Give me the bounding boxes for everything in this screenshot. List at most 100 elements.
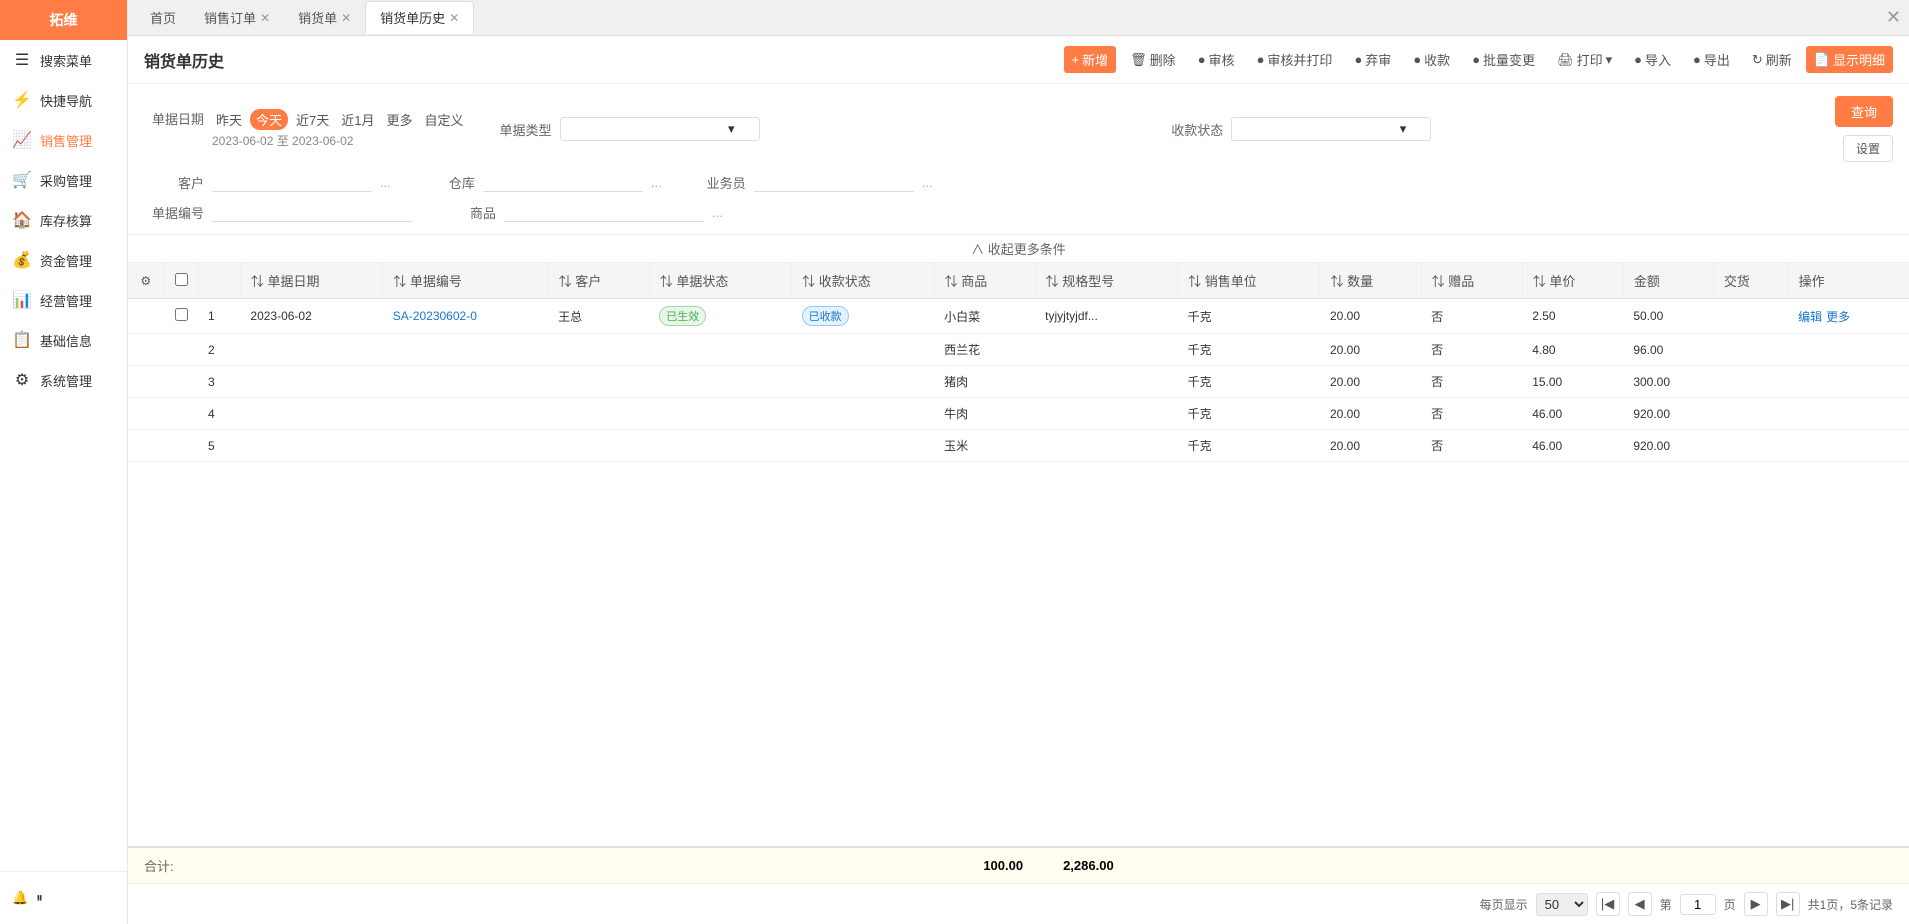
sidebar-bottom: 🔔 ⏸ xyxy=(0,871,127,924)
cell-doc-no[interactable] xyxy=(383,366,548,398)
cell-unit: 千克 xyxy=(1178,299,1320,334)
th-amount: 金额 xyxy=(1623,263,1713,299)
date-yesterday-btn[interactable]: 昨天 xyxy=(212,109,246,130)
sidebar-item-quick-nav[interactable]: ⚡ 快捷导航 xyxy=(0,80,127,120)
sidebar-item-sales[interactable]: 📈 销售管理 xyxy=(0,120,127,160)
cell-doc-no[interactable] xyxy=(383,398,548,430)
print-button[interactable]: 🖨 打印 ▾ xyxy=(1549,46,1620,73)
batch-change-icon: ● xyxy=(1472,52,1480,67)
cell-checkbox[interactable] xyxy=(164,398,198,430)
row-checkbox[interactable] xyxy=(175,308,188,321)
settings-button[interactable]: 设置 xyxy=(1843,135,1893,162)
last-page-button[interactable]: ▶| xyxy=(1776,892,1800,916)
doc-no-filter: 单据编号 xyxy=(144,202,412,222)
sidebar-item-basic-info[interactable]: 📋 基础信息 xyxy=(0,320,127,360)
goods-ellipsis[interactable]: ... xyxy=(712,205,723,220)
date-range-value: 2023-06-02 至 2023-06-02 xyxy=(212,132,468,149)
tab-close-sales-order[interactable]: ✕ xyxy=(260,11,270,25)
first-page-button[interactable]: |◀ xyxy=(1596,892,1620,916)
select-all-checkbox[interactable] xyxy=(175,273,188,286)
tab-sales-goods[interactable]: 销货单 ✕ xyxy=(284,2,365,33)
abandon-button[interactable]: ● 弃审 xyxy=(1346,46,1399,73)
th-unit-price[interactable]: ⇅ 单价 xyxy=(1522,263,1623,299)
date-custom-btn[interactable]: 自定义 xyxy=(421,109,468,130)
sidebar-notification[interactable]: 🔔 ⏸ xyxy=(0,880,127,916)
pause-icon: ⏸ xyxy=(36,890,43,906)
cell-row-num: 5 xyxy=(198,430,240,462)
cell-doc-no[interactable]: SA-20230602-0 xyxy=(383,299,548,334)
sidebar-item-purchase[interactable]: 🛒 采购管理 xyxy=(0,160,127,200)
customer-input[interactable] xyxy=(212,172,372,192)
date-last7-btn[interactable]: 近7天 xyxy=(292,109,333,130)
review-print-button[interactable]: ● 审核并打印 xyxy=(1249,46,1341,73)
cell-settings xyxy=(128,334,164,366)
sidebar-item-inventory[interactable]: 🏠 库存核算 xyxy=(0,200,127,240)
date-last-month-btn[interactable]: 近1月 xyxy=(337,109,378,130)
close-all-tabs-button[interactable]: ✕ xyxy=(1886,7,1901,28)
goods-input[interactable] xyxy=(504,202,704,222)
page-number-input[interactable] xyxy=(1680,894,1716,915)
sidebar-item-label: 采购管理 xyxy=(40,171,92,190)
payment-status-select[interactable]: ▾ xyxy=(1231,117,1431,141)
tab-close-sales-history[interactable]: ✕ xyxy=(449,11,459,25)
prev-page-button[interactable]: ◀ xyxy=(1628,892,1652,916)
th-doc-date[interactable]: ⇅ 单据日期 xyxy=(240,263,382,299)
query-button[interactable]: 查询 xyxy=(1835,96,1893,127)
th-qty[interactable]: ⇅ 数量 xyxy=(1320,263,1421,299)
doc-type-select[interactable]: ▾ xyxy=(560,117,760,141)
delete-button[interactable]: 🗑 删除 xyxy=(1122,46,1184,73)
show-detail-icon: 📄 xyxy=(1814,52,1830,68)
tab-close-sales-goods[interactable]: ✕ xyxy=(341,11,351,25)
date-more-btn[interactable]: 更多 xyxy=(383,109,417,130)
th-unit[interactable]: ⇅ 销售单位 xyxy=(1178,263,1320,299)
cell-doc-no[interactable] xyxy=(383,430,548,462)
th-doc-status[interactable]: ⇅ 单据状态 xyxy=(649,263,791,299)
tab-home[interactable]: 首页 xyxy=(136,2,190,33)
sidebar-item-sys-mgmt[interactable]: ⚙ 系统管理 xyxy=(0,360,127,400)
page-size-select[interactable]: 50 100 200 xyxy=(1536,893,1588,916)
batch-change-button[interactable]: ● 批量变更 xyxy=(1464,46,1543,73)
th-checkbox[interactable] xyxy=(164,263,198,299)
date-today-btn[interactable]: 今天 xyxy=(250,109,288,130)
warehouse-ellipsis[interactable]: ... xyxy=(651,175,662,190)
tab-sales-history[interactable]: 销货单历史 ✕ xyxy=(365,1,474,34)
add-button[interactable]: + 新增 xyxy=(1064,46,1117,73)
th-spec[interactable]: ⇅ 规格型号 xyxy=(1035,263,1177,299)
cell-doc-no[interactable] xyxy=(383,334,548,366)
show-detail-button[interactable]: 📄 显示明细 xyxy=(1806,46,1893,73)
more-action-btn[interactable]: 更多 xyxy=(1826,310,1850,324)
sidebar-item-finance[interactable]: 💰 资金管理 xyxy=(0,240,127,280)
salesperson-ellipsis[interactable]: ... xyxy=(922,175,933,190)
collapse-row[interactable]: ∧ 收起更多条件 xyxy=(128,235,1909,263)
th-payment-status[interactable]: ⇅ 收款状态 xyxy=(792,263,934,299)
salesperson-input[interactable] xyxy=(754,172,914,192)
cell-checkbox[interactable] xyxy=(164,299,198,334)
customer-ellipsis[interactable]: ... xyxy=(380,175,391,190)
th-gift[interactable]: ⇅ 赠品 xyxy=(1421,263,1522,299)
edit-action-btn[interactable]: 编辑 xyxy=(1798,310,1822,324)
doc-no-input[interactable] xyxy=(212,202,412,222)
sidebar-item-search-menu[interactable]: ☰ 搜索菜单 xyxy=(0,40,127,80)
cell-checkbox[interactable] xyxy=(164,334,198,366)
cell-unit-price: 46.00 xyxy=(1522,430,1623,462)
import-button[interactable]: ● 导入 xyxy=(1626,46,1679,73)
refresh-button[interactable]: ↻ 刷新 xyxy=(1744,46,1800,73)
tab-sales-order[interactable]: 销售订单 ✕ xyxy=(190,2,284,33)
export-button[interactable]: ● 导出 xyxy=(1685,46,1738,73)
cell-checkbox[interactable] xyxy=(164,430,198,462)
warehouse-input[interactable] xyxy=(483,172,643,192)
th-goods[interactable]: ⇅ 商品 xyxy=(934,263,1035,299)
review-button[interactable]: ● 审核 xyxy=(1190,46,1243,73)
cell-transaction xyxy=(1713,398,1788,430)
cell-amount: 300.00 xyxy=(1623,366,1713,398)
cell-transaction xyxy=(1713,366,1788,398)
cell-customer xyxy=(548,398,649,430)
cell-amount: 920.00 xyxy=(1623,398,1713,430)
th-settings[interactable]: ⚙ xyxy=(128,263,164,299)
collect-button[interactable]: ● 收款 xyxy=(1405,46,1458,73)
th-doc-no[interactable]: ⇅ 单据编号 xyxy=(383,263,548,299)
cell-checkbox[interactable] xyxy=(164,366,198,398)
sidebar-item-operations[interactable]: 📊 经营管理 xyxy=(0,280,127,320)
th-customer[interactable]: ⇅ 客户 xyxy=(548,263,649,299)
next-page-button[interactable]: ▶ xyxy=(1744,892,1768,916)
